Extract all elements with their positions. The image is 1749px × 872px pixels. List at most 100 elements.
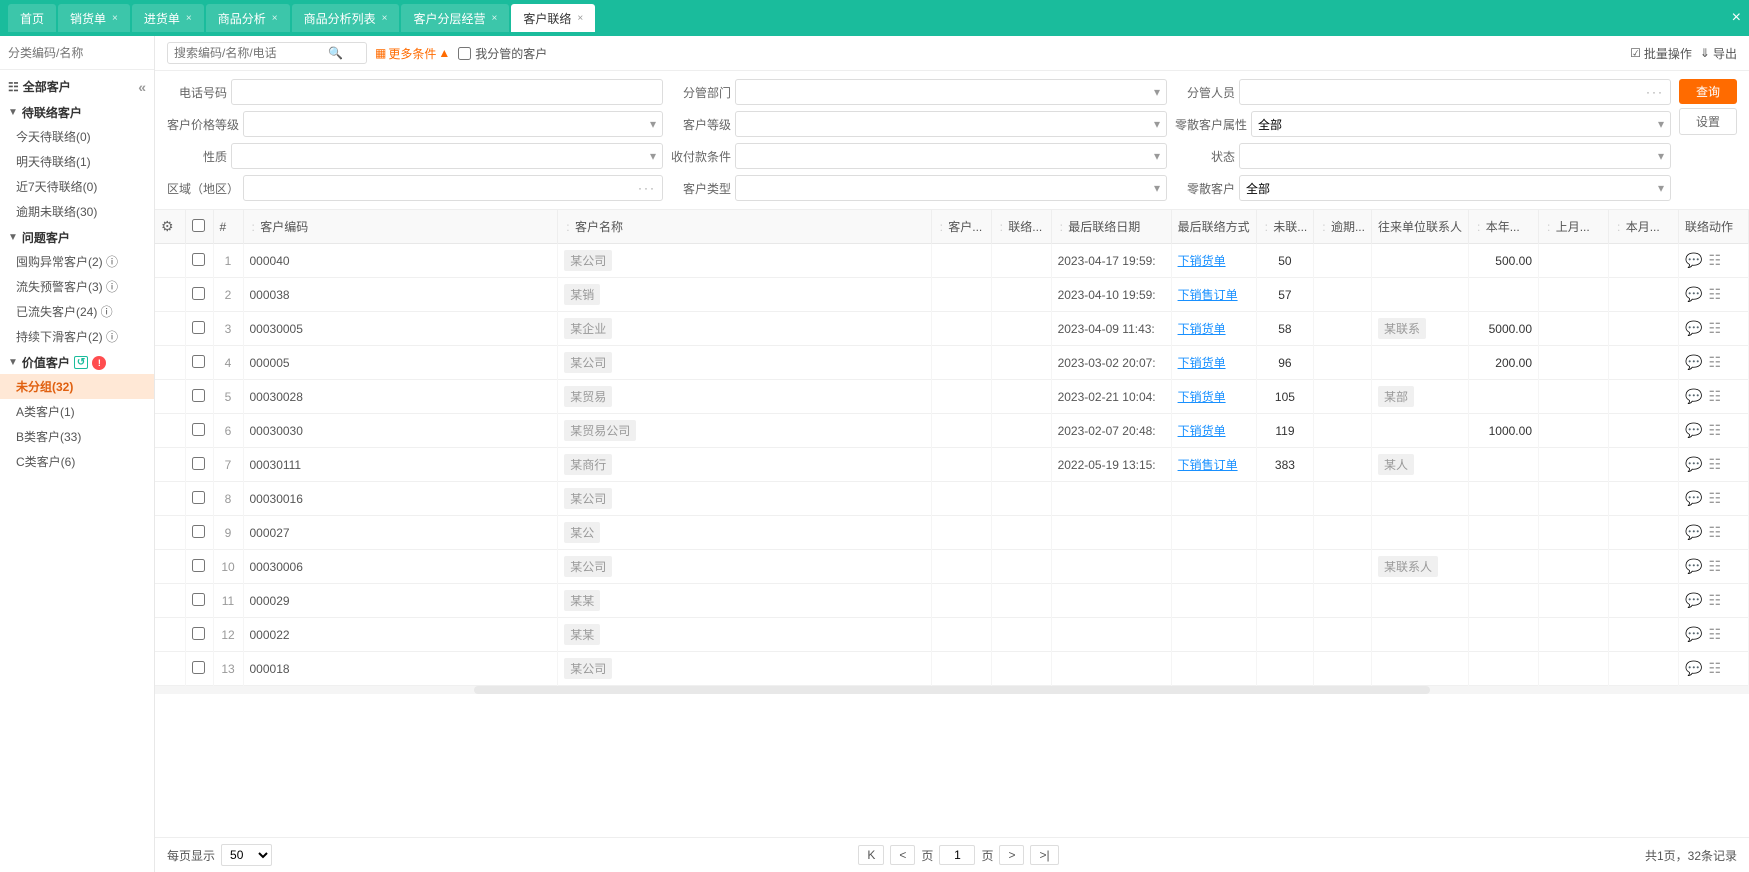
row-checkbox-10[interactable] xyxy=(192,593,205,606)
chat-icon-12[interactable]: 💬 xyxy=(1685,660,1702,677)
chat-icon-3[interactable]: 💬 xyxy=(1685,354,1702,371)
grid-icon-1[interactable]: ☷ xyxy=(1708,286,1721,303)
close-tab-product-analysis[interactable]: × xyxy=(272,13,278,24)
per-page-select[interactable]: 50 20 100 xyxy=(221,844,272,866)
sidebar-item-ungrouped[interactable]: 未分组(32) xyxy=(0,374,154,399)
row-checkbox-9[interactable] xyxy=(192,559,205,572)
grid-icon-6[interactable]: ☷ xyxy=(1708,456,1721,473)
grid-icon-12[interactable]: ☷ xyxy=(1708,660,1721,677)
sidebar-item-tomorrow-pending[interactable]: 明天待联络(1) xyxy=(0,149,154,174)
refresh-icon[interactable]: ↺ xyxy=(74,356,88,369)
chat-icon-1[interactable]: 💬 xyxy=(1685,286,1702,303)
sidebar-item-today-pending[interactable]: 今天待联络(0) xyxy=(0,124,154,149)
tab-product-analysis-list[interactable]: 商品分析列表 × xyxy=(292,4,400,32)
grid-icon-11[interactable]: ☷ xyxy=(1708,626,1721,643)
last-method-link-6[interactable]: 下销售订单 xyxy=(1178,458,1238,472)
row-checkbox-5[interactable] xyxy=(192,423,205,436)
next-page-btn[interactable]: > xyxy=(999,845,1024,865)
horizontal-scrollbar[interactable] xyxy=(155,686,1749,694)
row-checkbox-12[interactable] xyxy=(192,661,205,674)
retail-attr-select[interactable]: 全部 ▾ xyxy=(1251,111,1671,137)
chat-icon-8[interactable]: 💬 xyxy=(1685,524,1702,541)
query-button[interactable]: 查询 xyxy=(1679,79,1737,104)
sidebar-item-overdue-pending[interactable]: 逾期未联络(30) xyxy=(0,199,154,224)
sidebar-item-7day-pending[interactable]: 近7天待联络(0) xyxy=(0,174,154,199)
retail-customer-select[interactable]: 全部 ▾ xyxy=(1239,175,1671,201)
chat-icon-7[interactable]: 💬 xyxy=(1685,490,1702,507)
select-all-checkbox[interactable] xyxy=(192,219,205,232)
grid-icon-2[interactable]: ☷ xyxy=(1708,320,1721,337)
grid-icon-0[interactable]: ☷ xyxy=(1708,252,1721,269)
group-value-customers[interactable]: ▼ 价值客户 ↺ ! xyxy=(0,349,154,374)
close-tab-customer-contact[interactable]: × xyxy=(577,13,583,24)
sidebar-item-class-a[interactable]: A类客户(1) xyxy=(0,399,154,424)
sidebar-item-abnormal-hoard[interactable]: 囤购异常客户(2) ⓘ xyxy=(0,249,154,274)
page-input[interactable] xyxy=(939,845,975,865)
close-tab-purchase-order[interactable]: × xyxy=(186,13,192,24)
chat-icon-0[interactable]: 💬 xyxy=(1685,252,1702,269)
row-checkbox-2[interactable] xyxy=(192,321,205,334)
sidebar-item-churned[interactable]: 已流失客户(24) ⓘ xyxy=(0,299,154,324)
tab-purchase-order[interactable]: 进货单 × xyxy=(132,4,204,32)
reset-button[interactable]: 设置 xyxy=(1679,108,1737,135)
tab-customer-tier[interactable]: 客户分层经营 × xyxy=(401,4,509,32)
collapse-icon[interactable]: « xyxy=(138,79,146,95)
prev-page-btn[interactable]: < xyxy=(890,845,915,865)
last-method-link-3[interactable]: 下销货单 xyxy=(1178,356,1226,370)
nature-select[interactable]: ▾ xyxy=(231,143,663,169)
tab-customer-contact[interactable]: 客户联络 × xyxy=(511,4,595,32)
grid-icon-9[interactable]: ☷ xyxy=(1708,558,1721,575)
customer-level-select[interactable]: ▾ xyxy=(735,111,1167,137)
row-checkbox-1[interactable] xyxy=(192,287,205,300)
chat-icon-9[interactable]: 💬 xyxy=(1685,558,1702,575)
manager-select[interactable]: ··· xyxy=(1239,79,1671,105)
last-page-btn[interactable]: >| xyxy=(1030,845,1058,865)
row-checkbox-11[interactable] xyxy=(192,627,205,640)
customer-type-select[interactable]: ▾ xyxy=(735,175,1167,201)
row-checkbox-4[interactable] xyxy=(192,389,205,402)
close-tab-customer-tier[interactable]: × xyxy=(491,13,497,24)
grid-icon-4[interactable]: ☷ xyxy=(1708,388,1721,405)
close-tab-sales-order[interactable]: × xyxy=(112,13,118,24)
chat-icon-5[interactable]: 💬 xyxy=(1685,422,1702,439)
grid-icon-8[interactable]: ☷ xyxy=(1708,524,1721,541)
payment-select[interactable]: ▾ xyxy=(735,143,1167,169)
price-level-select[interactable]: ▾ xyxy=(243,111,663,137)
region-select[interactable]: ··· xyxy=(243,175,663,201)
sidebar-search-input[interactable] xyxy=(8,46,155,60)
row-checkbox-8[interactable] xyxy=(192,525,205,538)
sidebar-item-churn-warning[interactable]: 流失预警客户(3) ⓘ xyxy=(0,274,154,299)
last-method-link-4[interactable]: 下销货单 xyxy=(1178,390,1226,404)
grid-icon-10[interactable]: ☷ xyxy=(1708,592,1721,609)
last-method-link-5[interactable]: 下销货单 xyxy=(1178,424,1226,438)
close-tab-product-analysis-list[interactable]: × xyxy=(382,13,388,24)
row-checkbox-3[interactable] xyxy=(192,355,205,368)
close-all-icon[interactable]: × xyxy=(1732,9,1741,27)
phone-input[interactable] xyxy=(231,79,663,105)
chat-icon-10[interactable]: 💬 xyxy=(1685,592,1702,609)
more-conditions-btn[interactable]: ▦ 更多条件 ▲ xyxy=(375,45,450,62)
bulk-operation-btn[interactable]: ☑ 批量操作 xyxy=(1630,45,1692,62)
status-select[interactable]: ▾ xyxy=(1239,143,1671,169)
tab-sales-order[interactable]: 销货单 × xyxy=(58,4,130,32)
sidebar-item-class-c[interactable]: C类客户(6) xyxy=(0,449,154,474)
search-input[interactable] xyxy=(174,46,324,60)
group-pending-contact[interactable]: ▼ 待联络客户 xyxy=(0,99,154,124)
sidebar-item-class-b[interactable]: B类客户(33) xyxy=(0,424,154,449)
row-checkbox-6[interactable] xyxy=(192,457,205,470)
sidebar-item-declining[interactable]: 持续下滑客户(2) ⓘ xyxy=(0,324,154,349)
export-btn[interactable]: ⇓ 导出 xyxy=(1700,45,1737,62)
tab-home[interactable]: 首页 xyxy=(8,4,56,32)
last-method-link-1[interactable]: 下销售订单 xyxy=(1178,288,1238,302)
chat-icon-2[interactable]: 💬 xyxy=(1685,320,1702,337)
first-page-btn[interactable]: K xyxy=(858,845,884,865)
grid-icon-3[interactable]: ☷ xyxy=(1708,354,1721,371)
chat-icon-6[interactable]: 💬 xyxy=(1685,456,1702,473)
search-icon[interactable]: 🔍 xyxy=(328,46,343,60)
row-checkbox-7[interactable] xyxy=(192,491,205,504)
row-checkbox-0[interactable] xyxy=(192,253,205,266)
grid-icon-5[interactable]: ☷ xyxy=(1708,422,1721,439)
chat-icon-11[interactable]: 💬 xyxy=(1685,626,1702,643)
tab-product-analysis[interactable]: 商品分析 × xyxy=(206,4,290,32)
dept-select[interactable]: ▾ xyxy=(735,79,1167,105)
